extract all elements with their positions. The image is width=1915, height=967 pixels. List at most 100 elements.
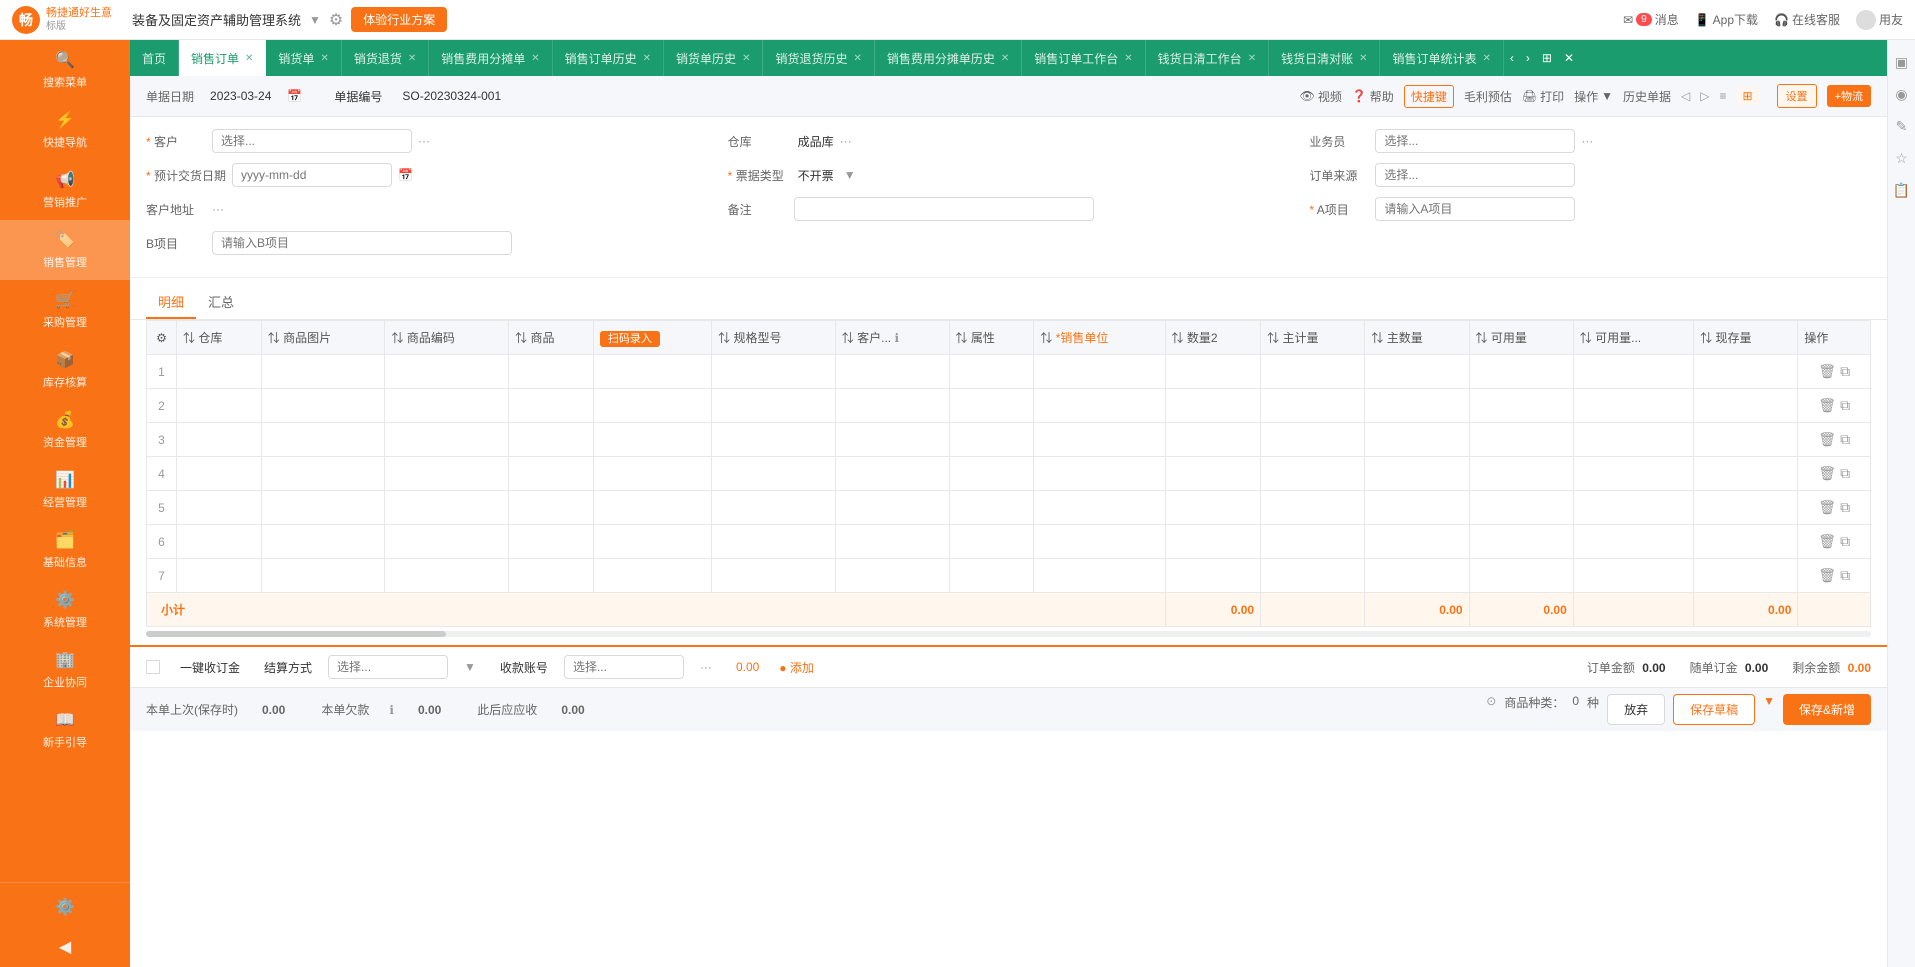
row3-customer-code[interactable] [835, 423, 949, 457]
sidebar-item-quick[interactable]: ⚡ 快捷导航 [0, 100, 130, 160]
row1-main-unit[interactable] [1261, 355, 1365, 389]
tab-daily-workbench-close[interactable]: ✕ [1248, 53, 1256, 64]
sort-icon-unit[interactable]: ⇅ [1040, 331, 1052, 345]
tab-daily-workbench[interactable]: 钱货日清工作台 ✕ [1146, 40, 1269, 76]
row5-copy-btn[interactable]: ⧉ [1840, 499, 1850, 516]
sidebar-item-marketing[interactable]: 📢 营销推广 [0, 160, 130, 220]
one-click-checkbox[interactable] [146, 660, 160, 674]
row4-qty2[interactable] [1165, 457, 1261, 491]
row3-image[interactable] [261, 423, 385, 457]
salesperson-more-btn[interactable]: ··· [1581, 134, 1593, 148]
row6-main-qty[interactable] [1365, 525, 1469, 559]
scroll-bar-area[interactable] [130, 631, 1887, 645]
row4-code[interactable] [385, 457, 509, 491]
row3-stock[interactable] [1694, 423, 1798, 457]
row2-copy-btn[interactable]: ⧉ [1840, 397, 1850, 414]
row2-main-qty[interactable] [1365, 389, 1469, 423]
row3-delete-btn[interactable]: 🗑 [1818, 431, 1836, 448]
tab-order-workbench-close[interactable]: ✕ [1124, 53, 1132, 64]
order-source-input[interactable] [1375, 163, 1575, 187]
row7-qty2[interactable] [1165, 559, 1261, 593]
row3-qty2[interactable] [1165, 423, 1261, 457]
tab-next-arrow[interactable]: › [1520, 51, 1536, 65]
row5-warehouse[interactable] [177, 491, 262, 525]
right-panel-icon-5[interactable]: 📋 [1890, 178, 1914, 202]
row4-warehouse[interactable] [177, 457, 262, 491]
row5-delete-btn[interactable]: 🗑 [1818, 499, 1836, 516]
row1-available2[interactable] [1573, 355, 1693, 389]
row4-attribute[interactable] [949, 457, 1034, 491]
row1-delete-btn[interactable]: 🗑 [1818, 363, 1836, 380]
row1-code[interactable] [385, 355, 509, 389]
sidebar-item-sales[interactable]: 🏷️ 销售管理 [0, 220, 130, 280]
sort-icon-code[interactable]: ⇅ [391, 331, 403, 345]
row4-spec[interactable] [712, 457, 836, 491]
row5-spec[interactable] [712, 491, 836, 525]
row4-delete-btn[interactable]: 🗑 [1818, 465, 1836, 482]
row2-delete-btn[interactable]: 🗑 [1818, 397, 1836, 414]
row3-main-unit[interactable] [1261, 423, 1365, 457]
row2-stock[interactable] [1694, 389, 1798, 423]
settings-icon[interactable]: ⚙ [329, 10, 343, 30]
row6-delete-btn[interactable]: 🗑 [1818, 533, 1836, 550]
scan-btn[interactable]: 扫码录入 [600, 331, 660, 347]
tab-daily-reconcile[interactable]: 钱货日清对账 ✕ [1269, 40, 1380, 76]
row1-spec[interactable] [712, 355, 836, 389]
sidebar-item-inventory[interactable]: 📦 库存核算 [0, 340, 130, 400]
receipt-account-input[interactable] [564, 655, 684, 679]
add-material-btn[interactable]: +物流 [1827, 85, 1871, 107]
save-new-btn[interactable]: 保存&新增 [1783, 694, 1871, 725]
sort-icon[interactable]: ⇅ [183, 331, 195, 345]
row5-available[interactable] [1469, 491, 1573, 525]
row4-product[interactable] [509, 457, 594, 491]
row5-main-unit[interactable] [1261, 491, 1365, 525]
row2-spec[interactable] [712, 389, 836, 423]
row4-scan[interactable] [593, 457, 711, 491]
row7-warehouse[interactable] [177, 559, 262, 593]
row6-customer-code[interactable] [835, 525, 949, 559]
row5-scan[interactable] [593, 491, 711, 525]
sidebar-item-system[interactable]: ⚙️ 系统管理 [0, 580, 130, 640]
sidebar-item-base[interactable]: 🗂️ 基础信息 [0, 520, 130, 580]
nav-prev-icon[interactable]: ◁ [1681, 89, 1690, 103]
sort-icon-ccode[interactable]: ⇅ [842, 331, 854, 345]
grid-view-icon[interactable]: ⊞ [1737, 87, 1759, 105]
row5-qty2[interactable] [1165, 491, 1261, 525]
row6-warehouse[interactable] [177, 525, 262, 559]
tab-fee-history[interactable]: 销售费用分摊单历史 ✕ [875, 40, 1022, 76]
row7-copy-btn[interactable]: ⧉ [1840, 567, 1850, 584]
tab-return-history-close[interactable]: ✕ [853, 53, 861, 64]
list-view-icon[interactable]: ≡ [1719, 89, 1726, 103]
row2-main-unit[interactable] [1261, 389, 1365, 423]
profit-btn[interactable]: 毛利预估 [1464, 88, 1512, 105]
sort-icon-mainunit[interactable]: ⇅ [1267, 331, 1279, 345]
tab-sales-invoice[interactable]: 销货单 ✕ [266, 40, 341, 76]
row4-copy-btn[interactable]: ⧉ [1840, 465, 1850, 482]
row6-copy-btn[interactable]: ⧉ [1840, 533, 1850, 550]
tab-return-history[interactable]: 销货退货历史 ✕ [763, 40, 874, 76]
scroll-thumb[interactable] [146, 631, 446, 637]
sidebar-item-guide[interactable]: 📖 新手引导 [0, 700, 130, 760]
row6-available[interactable] [1469, 525, 1573, 559]
row1-available[interactable] [1469, 355, 1573, 389]
sort-icon-img[interactable]: ⇅ [268, 331, 280, 345]
message-icon-area[interactable]: ✉ 9 消息 [1623, 11, 1679, 28]
online-service-link[interactable]: 🎧 在线客服 [1774, 11, 1840, 28]
tab-home[interactable]: 首页 [130, 40, 179, 76]
sort-icon-mainqty[interactable]: ⇅ [1371, 331, 1383, 345]
nav-next-icon[interactable]: ▷ [1700, 89, 1709, 103]
row7-customer-code[interactable] [835, 559, 949, 593]
row2-customer-code[interactable] [835, 389, 949, 423]
tab-more-arrow[interactable]: ⊞ [1536, 51, 1558, 65]
system-dropdown-arrow[interactable]: ▼ [309, 13, 321, 27]
row5-customer-code[interactable] [835, 491, 949, 525]
tab-sales-fee-close[interactable]: ✕ [531, 53, 539, 64]
row2-scan[interactable] [593, 389, 711, 423]
row3-scan[interactable] [593, 423, 711, 457]
row2-available2[interactable] [1573, 389, 1693, 423]
row2-product[interactable] [509, 389, 594, 423]
row3-copy-btn[interactable]: ⧉ [1840, 431, 1850, 448]
right-panel-icon-4[interactable]: ☆ [1890, 146, 1914, 170]
row5-available2[interactable] [1573, 491, 1693, 525]
row6-main-unit[interactable] [1261, 525, 1365, 559]
